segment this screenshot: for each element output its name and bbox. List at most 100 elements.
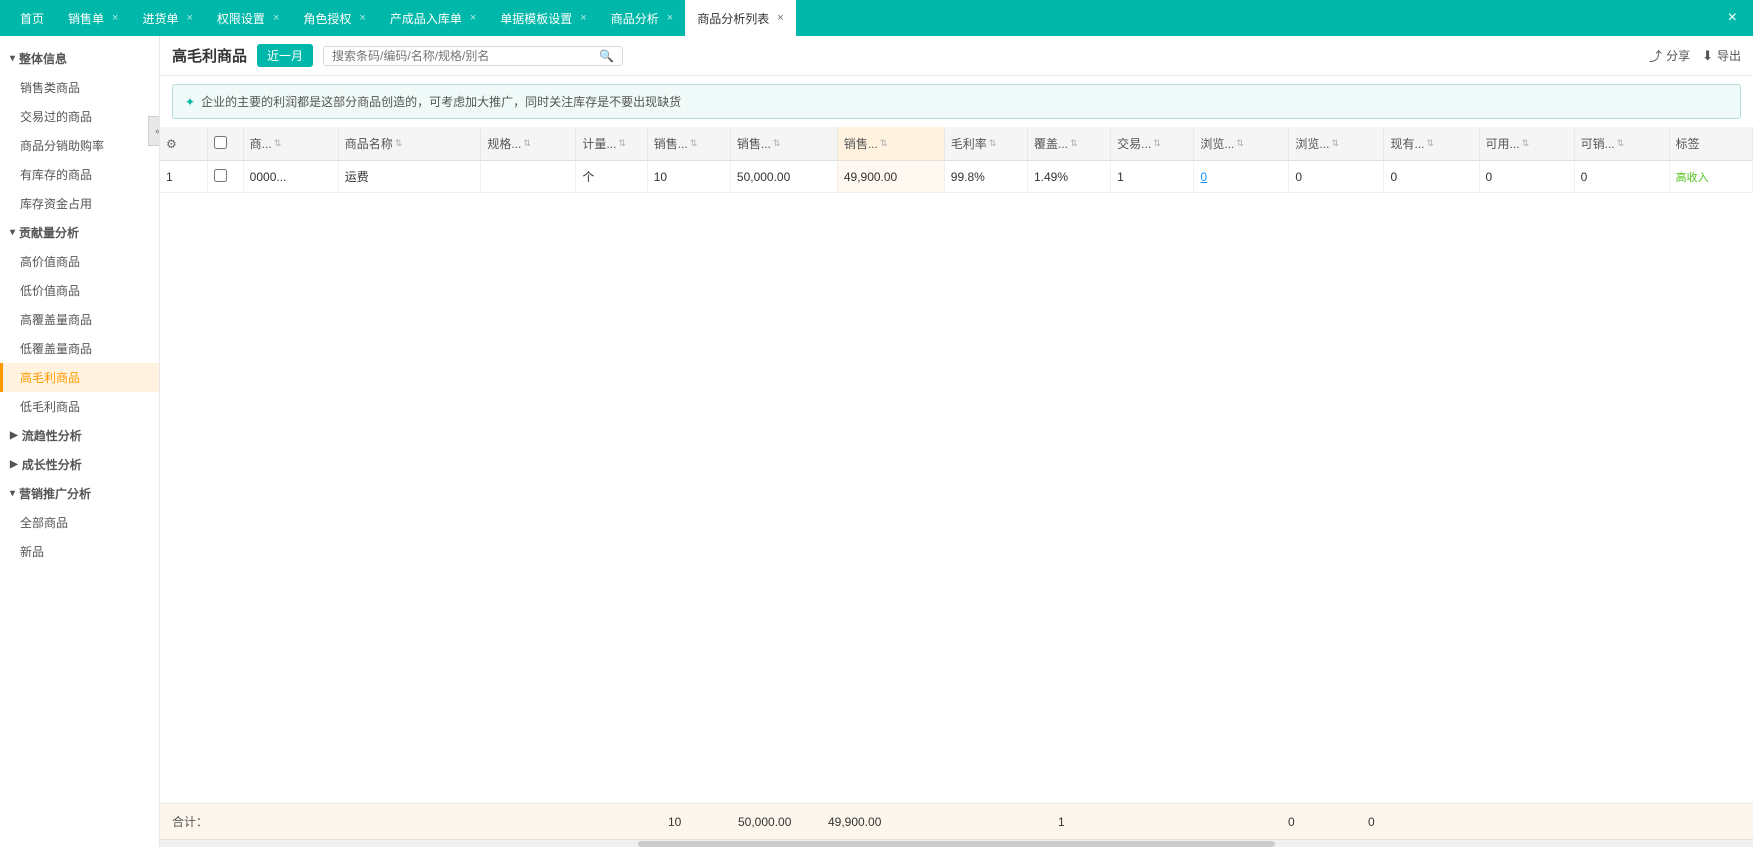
nav-product-analysis[interactable]: 商品分析 ×	[599, 0, 685, 36]
sort-icon-gross-rate[interactable]: ⇅	[989, 138, 997, 149]
export-icon: ⬇	[1702, 48, 1713, 64]
select-all-checkbox[interactable]	[214, 136, 227, 149]
sort-icon-code[interactable]: ⇅	[274, 138, 282, 149]
table-row: 10000...运费个1050,000.0049,900.0099.8%1.49…	[160, 161, 1753, 193]
sort-icon-stock-cur[interactable]: ⇅	[1427, 138, 1435, 149]
search-input[interactable]	[332, 49, 595, 63]
sort-icon-sales-qty[interactable]: ⇅	[690, 138, 698, 149]
nav-production[interactable]: 产成品入库单 ×	[378, 0, 488, 36]
share-icon: ⤴	[1649, 46, 1662, 65]
arrow-icon: ▾	[10, 53, 15, 64]
col-header-sales-amt: 销售... ⇅	[730, 127, 837, 161]
nav-purchase[interactable]: 进货单 ×	[130, 0, 204, 36]
sidebar-group-contribution[interactable]: ▾ 贡献量分析	[0, 218, 159, 247]
sort-icon-name[interactable]: ⇅	[395, 138, 403, 149]
sidebar-item-high-margin[interactable]: 高毛利商品	[0, 363, 159, 392]
sidebar-group-trend[interactable]: ▶ 流趋性分析	[0, 421, 159, 450]
sidebar-item-low-value[interactable]: 低价值商品	[0, 276, 159, 305]
arrow-icon-2: ▾	[10, 227, 15, 238]
nav-sales-order[interactable]: 销售单 ×	[56, 0, 130, 36]
window-close-button[interactable]: ×	[1720, 9, 1745, 27]
search-icon[interactable]: 🔍	[599, 49, 614, 63]
sidebar-item-traded-products[interactable]: 交易过的商品	[0, 102, 159, 131]
nav-close-permissions[interactable]: ×	[273, 12, 279, 24]
tip-icon: ✦	[185, 95, 195, 109]
sort-icon-stock-sell[interactable]: ⇅	[1617, 138, 1625, 149]
sidebar-item-low-margin[interactable]: 低毛利商品	[0, 392, 159, 421]
sidebar-group-marketing[interactable]: ▾ 营销推广分析	[0, 479, 159, 508]
sidebar-item-sales-products[interactable]: 销售类商品	[0, 73, 159, 102]
sort-icon-spec[interactable]: ⇅	[523, 138, 531, 149]
col-header-unit: 计量... ⇅	[576, 127, 647, 161]
cell-spec	[481, 161, 576, 193]
nav-close-template[interactable]: ×	[580, 12, 586, 24]
arrow-icon-3: ▶	[10, 430, 18, 441]
scrollbar-thumb[interactable]	[638, 841, 1275, 847]
cell-trade: 1	[1111, 161, 1194, 193]
nav-permissions[interactable]: 权限设置 ×	[205, 0, 291, 36]
nav-close-product-analysis[interactable]: ×	[667, 12, 673, 24]
browse-link[interactable]: 0	[1200, 170, 1207, 184]
nav-template[interactable]: 单据模板设置 ×	[488, 0, 598, 36]
footer-bar: 合计： 10 50,000.00 49,900.00 1 0 0	[160, 803, 1753, 839]
col-header-tag: 标签	[1669, 127, 1752, 161]
nav-product-analysis-list[interactable]: 商品分析列表 ×	[685, 0, 795, 36]
settings-icon[interactable]: ⚙	[166, 137, 177, 151]
nav-close-roles[interactable]: ×	[359, 12, 365, 24]
sort-icon-sales-profit[interactable]: ⇅	[880, 138, 888, 149]
sidebar-collapse-button[interactable]: «	[148, 116, 160, 146]
footer-trade: 1	[1052, 815, 1122, 829]
sort-icon-cover[interactable]: ⇅	[1070, 138, 1078, 149]
tag-label: 高收入	[1676, 172, 1709, 184]
sidebar-item-new-products[interactable]: 新品	[0, 537, 159, 566]
sidebar: « ▾ 整体信息 销售类商品 交易过的商品 商品分销助购率 有库存的商品 库存资…	[0, 36, 160, 847]
share-button[interactable]: ⤴ 分享	[1649, 46, 1690, 65]
sort-icon-stock-avail[interactable]: ⇅	[1522, 138, 1530, 149]
content-area: 高毛利商品 近一月 🔍 ⤴ 分享 ⬇ 导出 ✦ 企业的主要的利润都是这部分商品创…	[160, 36, 1753, 847]
cell-sales-profit: 49,900.00	[837, 161, 944, 193]
sidebar-item-distribution-rate[interactable]: 商品分销助购率	[0, 131, 159, 160]
sidebar-item-stock-funds[interactable]: 库存资金占用	[0, 189, 159, 218]
col-header-trade: 交易... ⇅	[1111, 127, 1194, 161]
sidebar-item-in-stock[interactable]: 有库存的商品	[0, 160, 159, 189]
export-button[interactable]: ⬇ 导出	[1702, 47, 1741, 64]
nav-close-sales[interactable]: ×	[112, 12, 118, 24]
cell-browse1[interactable]: 0	[1194, 161, 1289, 193]
sidebar-group-growth[interactable]: ▶ 成长性分析	[0, 450, 159, 479]
time-filter-button[interactable]: 近一月	[257, 44, 313, 67]
top-nav: 首页 销售单 × 进货单 × 权限设置 × 角色授权 × 产成品入库单 × 单据…	[0, 0, 1753, 36]
products-table: ⚙ 商... ⇅	[160, 127, 1753, 193]
col-header-stock-avail: 可用... ⇅	[1479, 127, 1574, 161]
nav-close-production[interactable]: ×	[470, 12, 476, 24]
nav-home[interactable]: 首页	[8, 0, 56, 36]
main-area: « ▾ 整体信息 销售类商品 交易过的商品 商品分销助购率 有库存的商品 库存资…	[0, 36, 1753, 847]
sidebar-item-high-coverage[interactable]: 高覆盖量商品	[0, 305, 159, 334]
footer-stock-avail: 0	[1362, 815, 1442, 829]
search-box: 🔍	[323, 46, 623, 66]
sort-icon-browse2[interactable]: ⇅	[1331, 138, 1339, 149]
header-actions: ⤴ 分享 ⬇ 导出	[1649, 46, 1741, 65]
footer-sales-qty: 10	[662, 815, 732, 829]
arrow-icon-4: ▶	[10, 459, 18, 470]
footer-sales-amt: 50,000.00	[732, 815, 822, 829]
nav-close-product-list[interactable]: ×	[777, 12, 783, 24]
sort-icon-sales-amt[interactable]: ⇅	[773, 138, 781, 149]
cell-stock-sell: 0	[1574, 161, 1669, 193]
col-header-check[interactable]	[208, 127, 244, 161]
nav-close-purchase[interactable]: ×	[186, 12, 192, 24]
sidebar-item-all-products[interactable]: 全部商品	[0, 508, 159, 537]
footer-sales-profit: 49,900.00	[822, 815, 912, 829]
content-header: 高毛利商品 近一月 🔍 ⤴ 分享 ⬇ 导出	[160, 36, 1753, 76]
arrow-icon-5: ▾	[10, 488, 15, 499]
sidebar-item-high-value[interactable]: 高价值商品	[0, 247, 159, 276]
sidebar-group-overall[interactable]: ▾ 整体信息	[0, 44, 159, 73]
sort-icon-trade[interactable]: ⇅	[1153, 138, 1161, 149]
row-checkbox[interactable]	[214, 169, 227, 182]
sort-icon-unit[interactable]: ⇅	[618, 138, 626, 149]
cell-check[interactable]	[208, 161, 244, 193]
sort-icon-browse1[interactable]: ⇅	[1236, 138, 1244, 149]
nav-roles[interactable]: 角色授权 ×	[291, 0, 377, 36]
sidebar-item-low-coverage[interactable]: 低覆盖量商品	[0, 334, 159, 363]
col-header-sales-qty: 销售... ⇅	[647, 127, 730, 161]
tip-bar: ✦ 企业的主要的利润都是这部分商品创造的，可考虑加大推广，同时关注库存是不要出现…	[172, 84, 1741, 119]
